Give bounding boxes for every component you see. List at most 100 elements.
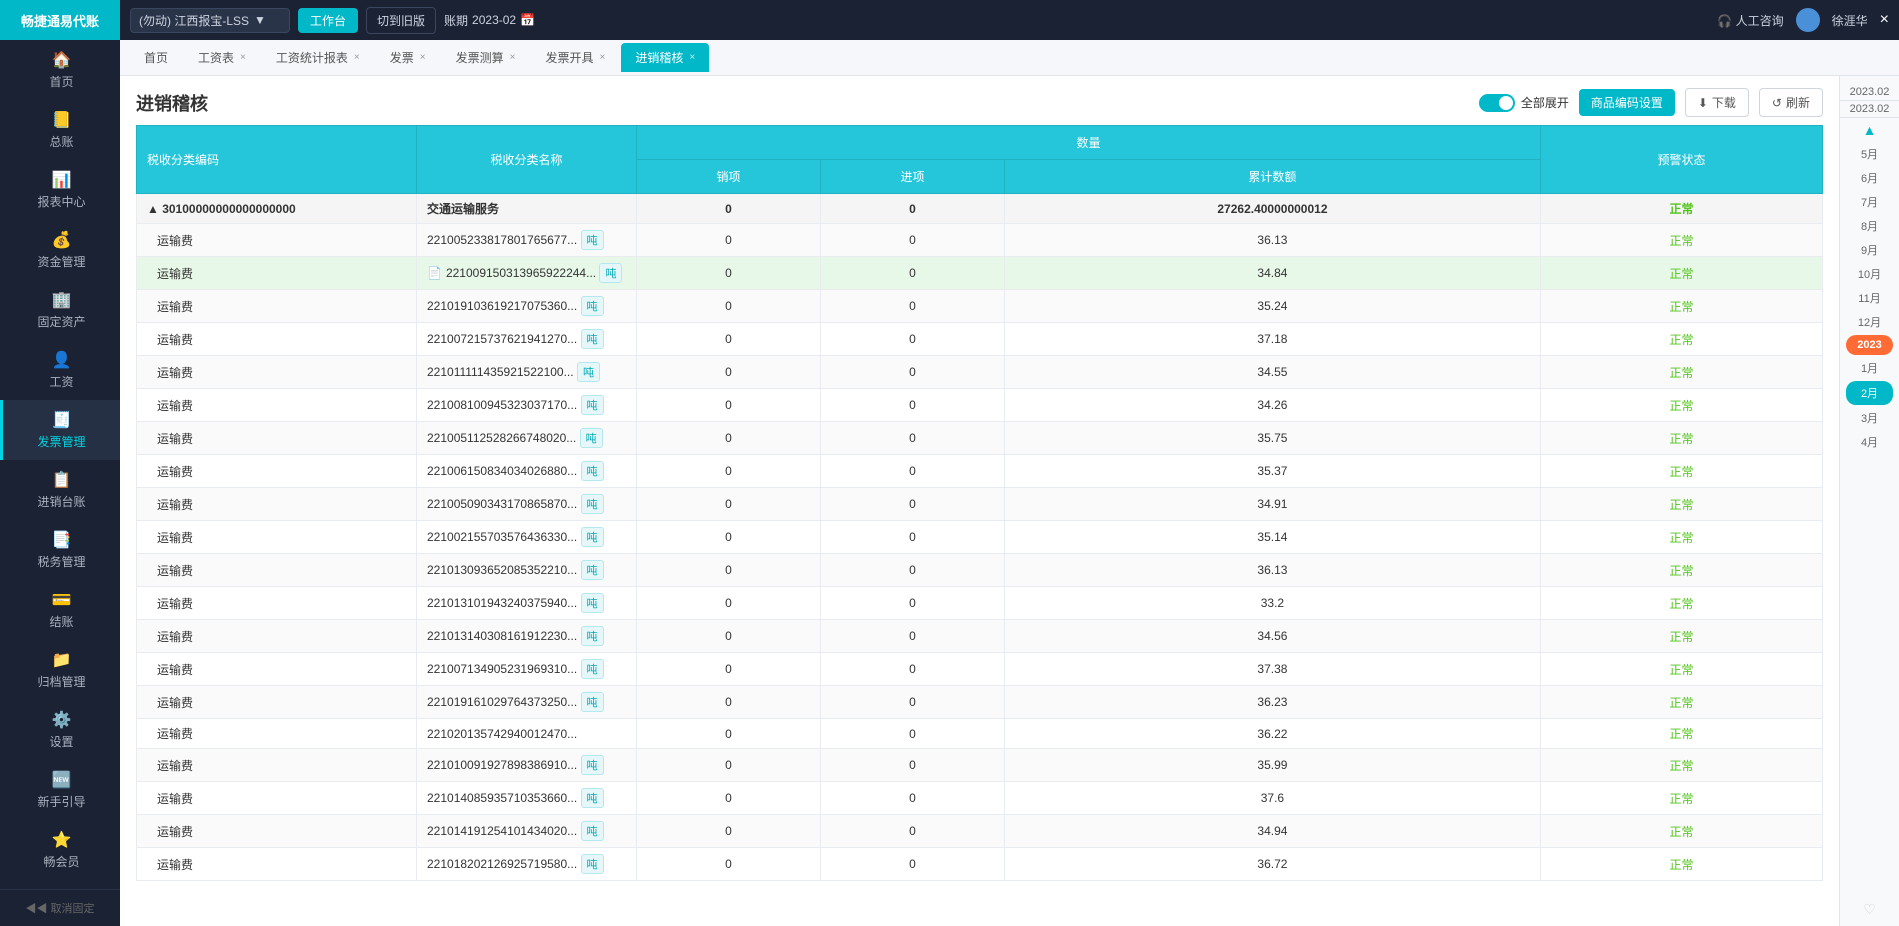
pin-icon: ◀◀ xyxy=(25,903,47,915)
unpin-button[interactable]: ◀◀ 取消固定 xyxy=(0,889,120,926)
unit-tag: 吨 xyxy=(581,626,604,646)
table-row-name: 运输费 xyxy=(137,554,417,587)
scroll-up-button[interactable]: ▲ xyxy=(1840,118,1899,142)
col-purchase: 进项 xyxy=(820,160,1004,194)
sidebar: 畅捷通易代账 🏠 首页 📒 总账 📊 报表中心 💰 资金管理 🏢 固定资产 👤 … xyxy=(0,0,120,926)
table-row-purchase: 0 xyxy=(820,719,1004,749)
sidebar-item-guide[interactable]: 🆕 新手引导 xyxy=(0,760,120,820)
month-7[interactable]: 7月 xyxy=(1840,190,1899,214)
month-5[interactable]: 5月 xyxy=(1840,142,1899,166)
tab-invoice-open[interactable]: 发票开具 × xyxy=(531,43,619,72)
month-3[interactable]: 3月 xyxy=(1840,406,1899,430)
company-selector[interactable]: (勿动) 江西报宝-LSS ▼ xyxy=(130,8,290,33)
reports-icon: 📊 xyxy=(52,170,72,190)
table-row-cumulative: 35.99 xyxy=(1004,749,1540,782)
calendar-icon[interactable]: 📅 xyxy=(520,13,535,27)
table-row-name: 运输费 xyxy=(137,488,417,521)
right-panel: 2023.02 2023.02 ▲ 5月 6月 7月 8月 9月 10月 11月… xyxy=(1839,76,1899,926)
table-row-status: 正常 xyxy=(1540,782,1822,815)
sidebar-item-settlement[interactable]: 💳 结账 xyxy=(0,580,120,640)
col-tax-name: 税收分类名称 xyxy=(417,126,637,194)
sidebar-item-member[interactable]: ⭐ 畅会员 xyxy=(0,820,120,880)
unit-tag: 吨 xyxy=(581,395,604,415)
sidebar-item-ledger[interactable]: 📒 总账 xyxy=(0,100,120,160)
sidebar-item-salary[interactable]: 👤 工资 xyxy=(0,340,120,400)
table-row-purchase: 0 xyxy=(820,422,1004,455)
table-row-sales: 0 xyxy=(637,194,821,224)
tab-salary-stats[interactable]: 工资统计报表 × xyxy=(262,43,374,72)
refresh-button[interactable]: ↺ 刷新 xyxy=(1759,88,1823,117)
page-title: 进销稽核 xyxy=(136,90,208,116)
col-tax-code: 税收分类编码 xyxy=(137,126,417,194)
month-4[interactable]: 4月 xyxy=(1840,430,1899,454)
sidebar-item-assets[interactable]: 🏢 固定资产 xyxy=(0,280,120,340)
refresh-icon: ↺ xyxy=(1772,96,1782,110)
table-row-sales: 0 xyxy=(637,455,821,488)
table-row-status: 正常 xyxy=(1540,686,1822,719)
month-8[interactable]: 8月 xyxy=(1840,214,1899,238)
sidebar-item-sales-ledger[interactable]: 📋 进销台账 xyxy=(0,460,120,520)
sales-check-tab-close[interactable]: × xyxy=(689,52,695,63)
salary-tab-close[interactable]: × xyxy=(240,52,246,63)
table-row-status: 正常 xyxy=(1540,323,1822,356)
expand-all-toggle[interactable]: 全部展开 xyxy=(1479,94,1569,112)
period-display: 账期 2023-02 📅 xyxy=(444,12,535,29)
sidebar-item-settings[interactable]: ⚙️ 设置 xyxy=(0,700,120,760)
month-9[interactable]: 9月 xyxy=(1840,238,1899,262)
month-6[interactable]: 6月 xyxy=(1840,166,1899,190)
col-alert-status: 预警状态 xyxy=(1540,126,1822,194)
toggle-switch[interactable] xyxy=(1479,94,1515,112)
sidebar-item-home[interactable]: 🏠 首页 xyxy=(0,40,120,100)
month-12[interactable]: 12月 xyxy=(1840,310,1899,334)
table-row-name: 运输费 xyxy=(137,521,417,554)
salary-stats-tab-label: 工资统计报表 xyxy=(276,49,348,66)
support-link[interactable]: 🎧 人工咨询 xyxy=(1717,12,1783,29)
settings-button[interactable]: 商品编码设置 xyxy=(1579,89,1675,116)
content-area: 进销稽核 全部展开 商品编码设置 ⬇ 下载 ↺ 刷新 xyxy=(120,76,1899,926)
table-row-purchase: 0 xyxy=(820,782,1004,815)
tab-sales-check[interactable]: 进销稽核 × xyxy=(621,43,709,72)
month-2-active[interactable]: 2月 xyxy=(1846,381,1893,405)
salary-stats-tab-close[interactable]: × xyxy=(354,52,360,63)
tab-home[interactable]: 首页 xyxy=(130,43,182,72)
table-row-purchase: 0 xyxy=(820,290,1004,323)
switch-version-button[interactable]: 切到旧版 xyxy=(366,7,436,34)
table-row-name: 运输费 xyxy=(137,356,417,389)
table-row-status: 正常 xyxy=(1540,356,1822,389)
month-11[interactable]: 11月 xyxy=(1840,286,1899,310)
invoice-tab-close[interactable]: × xyxy=(420,52,426,63)
invoice-open-tab-close[interactable]: × xyxy=(599,52,605,63)
invoice-calc-tab-close[interactable]: × xyxy=(510,52,516,63)
sidebar-item-reports[interactable]: 📊 报表中心 xyxy=(0,160,120,220)
tab-salary[interactable]: 工资表 × xyxy=(184,43,260,72)
sidebar-item-invoice-mgmt[interactable]: 🧾 发票管理 xyxy=(0,400,120,460)
table-row-cumulative: 37.18 xyxy=(1004,323,1540,356)
avatar xyxy=(1796,8,1820,32)
table-row-invoice: 221019103619217075360... 吨 xyxy=(417,290,637,323)
workspace-button[interactable]: 工作台 xyxy=(298,8,358,33)
table-row-name: 运输费 xyxy=(137,455,417,488)
table-row-sales: 0 xyxy=(637,815,821,848)
sidebar-item-tax[interactable]: 📑 税务管理 xyxy=(0,520,120,580)
sidebar-item-capital[interactable]: 💰 资金管理 xyxy=(0,220,120,280)
close-icon[interactable]: × xyxy=(1880,11,1889,29)
sidebar-item-archive[interactable]: 📁 归档管理 xyxy=(0,640,120,700)
table-row-sales: 0 xyxy=(637,653,821,686)
table-row-name: 运输费 xyxy=(137,389,417,422)
tab-invoice-calc[interactable]: 发票测算 × xyxy=(442,43,530,72)
table-row-sales: 0 xyxy=(637,488,821,521)
salary-tab-label: 工资表 xyxy=(198,49,234,66)
unit-tag: 吨 xyxy=(580,428,603,448)
month-1[interactable]: 1月 xyxy=(1840,356,1899,380)
app-logo: 畅捷通易代账 xyxy=(0,0,120,40)
table-row-purchase: 0 xyxy=(820,848,1004,881)
col-cumulative: 累计数额 xyxy=(1004,160,1540,194)
tab-invoice[interactable]: 发票 × xyxy=(376,43,440,72)
table-row-sales: 0 xyxy=(637,290,821,323)
table-row-invoice: 221007215737621941270... 吨 xyxy=(417,323,637,356)
table-row-cumulative: 36.22 xyxy=(1004,719,1540,749)
table-row-purchase: 0 xyxy=(820,257,1004,290)
table-row-invoice: 221019161029764373250... 吨 xyxy=(417,686,637,719)
month-10[interactable]: 10月 xyxy=(1840,262,1899,286)
download-button[interactable]: ⬇ 下载 xyxy=(1685,88,1749,117)
